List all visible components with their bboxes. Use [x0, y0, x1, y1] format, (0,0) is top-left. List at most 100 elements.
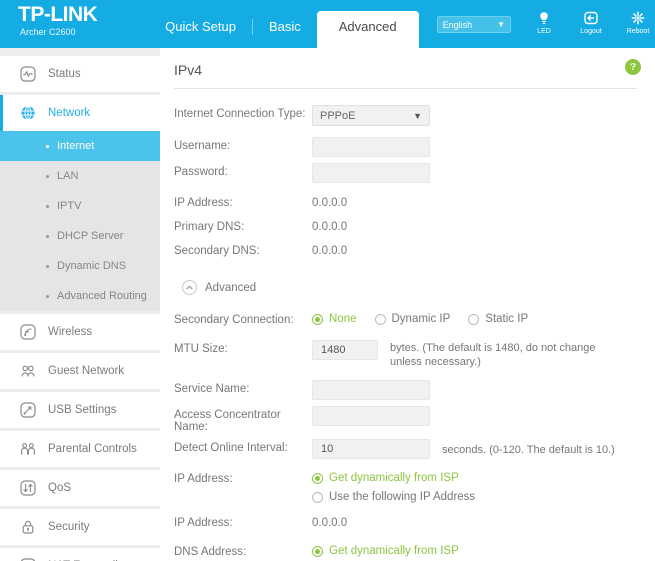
qos-icon — [18, 478, 38, 498]
led-button[interactable]: LED — [527, 10, 561, 37]
radio-icon-selected — [312, 545, 323, 557]
sidebar-subitem-label: Advanced Routing — [57, 290, 147, 302]
sidebar-item-nat-forwarding[interactable]: NAT Forwarding — [0, 548, 160, 561]
sidebar-item-guest-network[interactable]: Guest Network — [0, 353, 160, 389]
bullet-icon — [46, 174, 49, 178]
logout-button[interactable]: Logout — [574, 10, 608, 37]
menu-group-security: Security — [0, 509, 160, 545]
nav-basic[interactable]: Basic — [253, 18, 317, 36]
row-service-name: Service Name: — [174, 380, 637, 400]
sidebar-item-label: Parental Controls — [48, 443, 137, 455]
advanced-toggle[interactable]: Advanced — [182, 280, 637, 295]
ip-value-text: 0.0.0.0 — [312, 517, 348, 529]
ip-address-label: IP Address: — [174, 197, 233, 209]
radio-icon-selected — [312, 313, 323, 325]
led-icon — [527, 10, 561, 26]
row-username: Username: — [174, 137, 637, 157]
ip-mode-options: Get dynamically from ISP Use the followi… — [312, 470, 493, 503]
row-ip-value: IP Address: 0.0.0.0 — [174, 514, 637, 532]
page-title: IPv4 — [174, 62, 203, 78]
password-input[interactable] — [312, 163, 430, 183]
help-button[interactable]: ? — [625, 59, 641, 75]
sidebar-item-label: USB Settings — [48, 404, 117, 416]
sidebar-subitem-internet[interactable]: Internet — [0, 131, 160, 161]
sidebar-subitem-lan[interactable]: LAN — [0, 161, 160, 191]
reboot-button[interactable]: Reboot — [621, 10, 655, 37]
row-ip-address: IP Address: 0.0.0.0 — [174, 194, 637, 212]
dns-mode-options: Get dynamically from ISP Use the followi… — [312, 543, 519, 561]
secondary-connection-options: None Dynamic IP Static IP — [312, 311, 546, 325]
ip-value-label: IP Address: — [174, 517, 233, 529]
sidebar-item-label: Wireless — [48, 326, 93, 338]
radio-ip-static[interactable]: Use the following IP Address — [312, 491, 475, 503]
usb-settings-icon — [18, 400, 38, 420]
sidebar-item-label: Guest Network — [48, 365, 125, 377]
sidebar-item-security[interactable]: Security — [0, 509, 160, 545]
row-secondary-dns: Secondary DNS: 0.0.0.0 — [174, 242, 637, 260]
radio-secondary-static-ip[interactable]: Static IP — [468, 313, 528, 325]
sidebar-subitem-label: Dynamic DNS — [57, 260, 127, 272]
app-header: TP-LINK Archer C2600 Quick Setup Basic A… — [0, 0, 655, 48]
sidebar-subitem-label: IPTV — [57, 200, 82, 212]
network-submenu: Internet LAN IPTV DHCP Server Dynamic DN… — [0, 131, 160, 311]
menu-group-parental: Parental Controls — [0, 431, 160, 467]
nav-advanced[interactable]: Advanced — [316, 11, 419, 48]
radio-label: Get dynamically from ISP — [329, 472, 459, 484]
bullet-icon — [46, 264, 49, 268]
radio-secondary-dynamic-ip[interactable]: Dynamic IP — [374, 313, 450, 325]
secondary-connection-label: Secondary Connection: — [174, 314, 294, 326]
mtu-size-hint: bytes. (The default is 1480, do not chan… — [390, 342, 596, 368]
sidebar-item-wireless[interactable]: Wireless — [0, 314, 160, 350]
service-name-input[interactable] — [312, 380, 430, 400]
panel-header: IPv4 — [174, 62, 637, 89]
access-concentrator-input[interactable] — [312, 406, 430, 426]
sidebar-item-status[interactable]: Status — [0, 56, 160, 92]
sidebar-item-label: Network — [48, 107, 91, 119]
secondary-dns-label: Secondary DNS: — [174, 245, 260, 257]
username-input[interactable] — [312, 137, 430, 157]
sidebar-subitem-label: Internet — [57, 140, 95, 152]
row-detect-interval: Detect Online Interval: 10 seconds. (0-1… — [174, 439, 637, 459]
sidebar-subitem-dhcp-server[interactable]: DHCP Server — [0, 221, 160, 251]
radio-icon-selected — [312, 472, 323, 484]
sidebar-subitem-dynamic-dns[interactable]: Dynamic DNS — [0, 251, 160, 281]
sidebar-item-label: QoS — [48, 482, 72, 494]
sidebar-item-qos[interactable]: QoS — [0, 470, 160, 506]
chevron-up-icon — [182, 280, 197, 295]
connection-type-select[interactable]: PPPoE ▼ — [312, 105, 430, 126]
sidebar: Status Network Internet LAN IPTV DHCP Se… — [0, 48, 160, 561]
sidebar-item-parental-controls[interactable]: Parental Controls — [0, 431, 160, 467]
row-password: Password: — [174, 163, 637, 183]
reboot-label: Reboot — [626, 28, 650, 35]
main-content: ? IPv4 Internet Connection Type: PPPoE ▼… — [160, 48, 655, 561]
sidebar-item-label: Status — [48, 68, 81, 80]
sidebar-item-usb-settings[interactable]: USB Settings — [0, 392, 160, 428]
ip-address-value: 0.0.0.0 — [312, 197, 348, 209]
advanced-toggle-label: Advanced — [205, 281, 257, 294]
primary-dns-label: Primary DNS: — [174, 221, 245, 233]
menu-group-qos: QoS — [0, 470, 160, 506]
language-select[interactable]: English ▼ — [436, 16, 511, 33]
menu-group-usb: USB Settings — [0, 392, 160, 428]
guest-network-icon — [18, 361, 38, 381]
access-concentrator-label: Access Concentrator Name: — [174, 409, 281, 433]
nav-quick-setup[interactable]: Quick Setup — [149, 18, 252, 36]
radio-dns-dynamic[interactable]: Get dynamically from ISP — [312, 545, 501, 557]
bullet-icon — [46, 144, 49, 148]
detect-interval-input[interactable]: 10 — [312, 439, 430, 459]
password-label: Password: — [174, 166, 228, 178]
sidebar-item-network[interactable]: Network — [0, 95, 160, 131]
username-label: Username: — [174, 140, 231, 152]
mtu-size-input[interactable]: 1480 — [312, 340, 378, 360]
radio-ip-dynamic[interactable]: Get dynamically from ISP — [312, 472, 475, 484]
secondary-dns-value: 0.0.0.0 — [312, 245, 348, 257]
primary-dns-value: 0.0.0.0 — [312, 221, 348, 233]
menu-group-nat: NAT Forwarding — [0, 548, 160, 561]
nat-forwarding-icon — [18, 556, 38, 561]
led-label: LED — [537, 28, 551, 35]
sidebar-subitem-iptv[interactable]: IPTV — [0, 191, 160, 221]
brand-logo: TP-LINK — [18, 3, 98, 26]
detect-interval-hint: seconds. (0-120. The default is 10.) — [442, 444, 615, 456]
sidebar-subitem-advanced-routing[interactable]: Advanced Routing — [0, 281, 160, 311]
radio-secondary-none[interactable]: None — [312, 313, 357, 325]
